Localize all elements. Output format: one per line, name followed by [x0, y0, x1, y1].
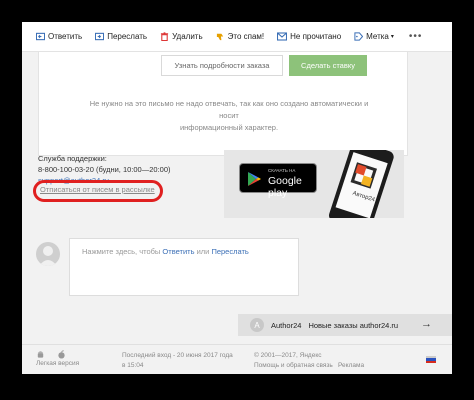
spam-button-label: Это спам! — [227, 32, 265, 41]
light-version-link[interactable]: Легкая версия — [36, 359, 79, 369]
arrow-right-icon[interactable]: → — [421, 318, 432, 330]
quick-forward-link[interactable]: Переслать — [211, 247, 248, 256]
order-details-button[interactable]: Узнать подробности заказа — [161, 55, 283, 76]
mail-window: Ответить Переслать Удалить Это спам! Не … — [22, 22, 452, 374]
mark-unread-button-label: Не прочитано — [290, 32, 342, 41]
auto-notice-line1: Не нужно на это письмо не надо отвечать,… — [89, 99, 369, 120]
label-button[interactable]: Метка ▾ — [354, 32, 394, 41]
apple-icon — [58, 350, 65, 359]
phone-illustration — [328, 150, 394, 218]
gplay-big-text: Google play — [268, 175, 302, 199]
quick-reply-link[interactable]: Ответить — [162, 247, 194, 256]
next-message-subject: Новые заказы author24.ru — [308, 320, 399, 330]
ads-link[interactable]: Реклама — [338, 361, 364, 371]
next-message-bar[interactable]: A Author24 Новые заказы author24.ru → — [238, 314, 452, 336]
forward-button-label: Переслать — [107, 32, 148, 41]
sender-logo: A — [250, 318, 264, 332]
delete-button-label: Удалить — [172, 32, 203, 41]
forward-button[interactable]: Переслать — [95, 32, 147, 41]
google-play-icon — [248, 172, 261, 186]
reply-prompt: Нажмите здесь, чтобы — [82, 247, 161, 256]
russian-flag-icon[interactable] — [426, 356, 436, 363]
support-title: Служба поддержки: — [38, 154, 107, 163]
mark-unread-button[interactable]: Не прочитано — [277, 32, 341, 41]
quick-reply-box[interactable]: Нажмите здесь, чтобы Ответить или Пересл… — [69, 238, 299, 296]
app-promo-banner: СКАЧАТЬ НА Google play Автор24 — [224, 150, 404, 218]
light-version-block[interactable]: Легкая версия — [36, 350, 79, 369]
last-login-line2: в 15:04 — [122, 362, 144, 369]
tag-icon — [354, 32, 364, 41]
page-footer: Легкая версия Последний вход - 20 июня 2… — [22, 344, 452, 374]
support-phone: 8-800-100-03-20 (будни, 10:00—20:00) — [38, 165, 171, 174]
last-login: Последний вход - 20 июня 2017 года в 15:… — [122, 351, 233, 371]
reply-icon — [36, 32, 45, 41]
spam-button[interactable]: Это спам! — [216, 32, 265, 41]
android-icon — [37, 351, 44, 358]
phone-mockup: Автор24 — [328, 150, 394, 218]
google-play-badge[interactable]: СКАЧАТЬ НА Google play — [239, 163, 317, 199]
support-section: Служба поддержки: 8-800-100-03-20 (будни… — [33, 150, 408, 218]
thumbs-down-icon — [216, 33, 223, 41]
auto-notice-line2: информационный характер. — [179, 123, 279, 132]
auto-notice: Не нужно на это письмо не надо отвечать,… — [79, 98, 379, 134]
unsubscribe-link[interactable]: Отписаться от писем в рассылке — [40, 185, 155, 194]
help-link[interactable]: Помощь и обратная связь — [254, 361, 333, 371]
copyright: © 2001—2017, Яндекс — [254, 352, 322, 359]
trash-icon — [160, 32, 169, 41]
last-login-line1: Последний вход - 20 июня 2017 года — [122, 352, 233, 359]
gplay-small-text: СКАЧАТЬ НА — [268, 168, 296, 173]
chevron-down-icon: ▾ — [390, 34, 394, 40]
forward-icon — [95, 32, 105, 41]
copyright-block: © 2001—2017, Яндекс Помощь и обратная св… — [254, 351, 333, 371]
mail-toolbar: Ответить Переслать Удалить Это спам! Не … — [22, 22, 452, 52]
reply-or: или — [196, 247, 210, 256]
reply-button-label: Ответить — [48, 32, 83, 41]
delete-button[interactable]: Удалить — [160, 32, 203, 41]
label-button-label: Метка — [366, 32, 389, 41]
more-button[interactable]: ••• — [409, 31, 423, 42]
email-body-card: Узнать подробности заказа Сделать ставку… — [38, 52, 408, 156]
quick-reply: Нажмите здесь, чтобы Ответить или Пересл… — [36, 238, 406, 298]
envelope-icon — [277, 32, 288, 41]
user-silhouette-icon — [39, 246, 57, 266]
sender-name: Author24 — [271, 320, 302, 330]
avatar — [36, 242, 60, 266]
make-bid-button[interactable]: Сделать ставку — [289, 55, 367, 76]
reply-button[interactable]: Ответить — [36, 32, 82, 41]
